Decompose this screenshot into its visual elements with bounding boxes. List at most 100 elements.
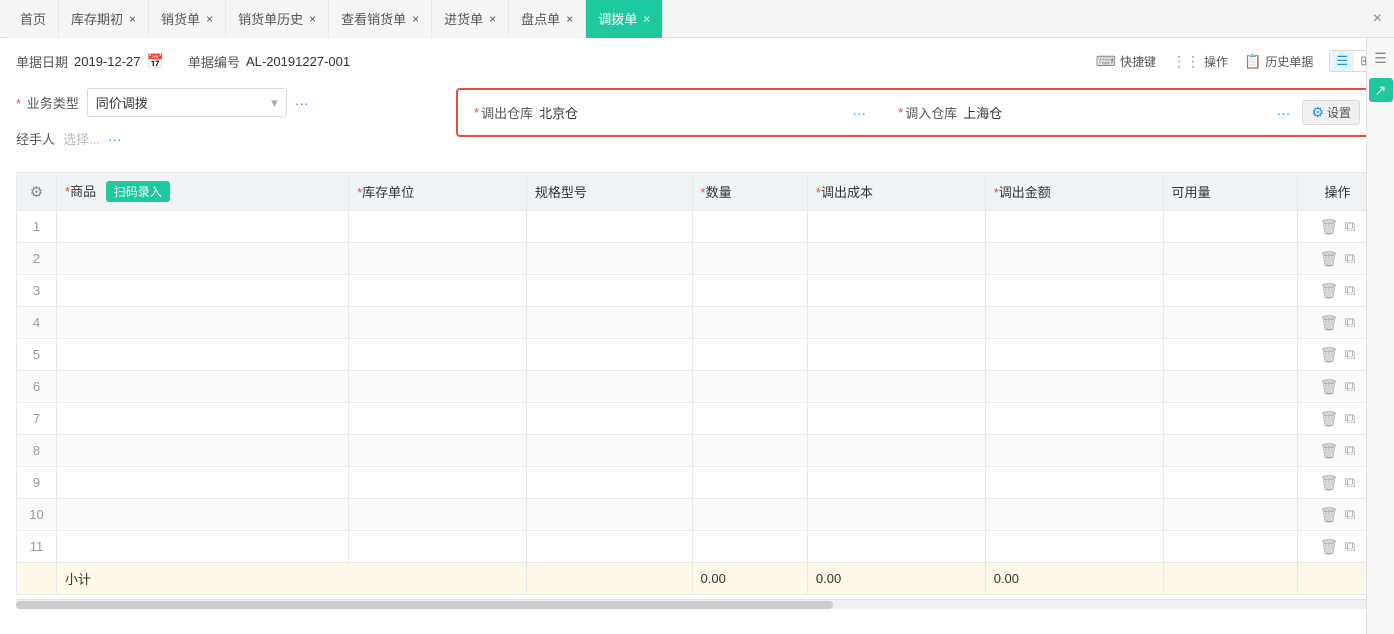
delete-icon[interactable]: 🗑 (1320, 314, 1339, 332)
table-row: 4🗑⧉ (17, 307, 1378, 339)
table-row: 10🗑⧉ (17, 499, 1378, 531)
business-type-dropdown[interactable]: 同价调拨 ▾ (87, 88, 287, 117)
transfer-in-field: * 调入仓库 上海仓 ··· (898, 103, 1290, 122)
delete-icon[interactable]: 🗑 (1320, 538, 1339, 556)
docno-label: 单据编号 (188, 52, 240, 71)
settings-gear-icon: ⚙ (1311, 104, 1324, 121)
form-area: * 业务类型 同价调拨 ▾ ··· 经手人 选择... ··· * (16, 88, 1378, 160)
table-row: 9🗑⧉ (17, 467, 1378, 499)
table-container: ⚙ *商品 扫码录入 *库存单位 规格型号 *数量 *调出成本 *调出金额 可用… (16, 172, 1378, 609)
tab-close-purchase-order[interactable]: × (489, 12, 496, 26)
tab-bar: 首页 库存期初 × 销货单 × 销货单历史 × 查看销货单 × 进货单 × 盘点… (0, 0, 1394, 38)
docno-field-group: 单据编号 AL-20191227-001 (188, 52, 350, 71)
column-spec: 规格型号 (526, 173, 692, 211)
copy-icon[interactable]: ⧉ (1345, 474, 1356, 491)
settings-button[interactable]: ⚙ 设置 (1302, 100, 1360, 125)
delete-icon[interactable]: 🗑 (1320, 282, 1339, 300)
table-settings-icon[interactable]: ⚙ (30, 184, 43, 201)
transfer-in-more-btn[interactable]: ··· (1276, 105, 1290, 121)
subtotal-qty: 0.00 (692, 563, 807, 595)
table-row: 11🗑⧉ (17, 531, 1378, 563)
person-field: 经手人 选择... ··· (16, 129, 436, 148)
ops-icon: ⋮⋮ (1172, 53, 1200, 70)
tab-sales-history[interactable]: 销货单历史 × (226, 0, 329, 38)
header-actions: ⌨ 快捷键 ⋮⋮ 操作 📋 历史单据 ☰ ⊞ (1096, 50, 1378, 72)
tab-purchase-order[interactable]: 进货单 × (432, 0, 509, 38)
tab-inventory[interactable]: 盘点单 × (509, 0, 586, 38)
tab-close-transfer[interactable]: × (643, 12, 650, 26)
shortcut-icon: ⌨ (1096, 53, 1116, 70)
tab-home[interactable]: 首页 (8, 0, 59, 38)
copy-icon[interactable]: ⧉ (1345, 282, 1356, 299)
tab-close-stock-init[interactable]: × (129, 12, 136, 26)
column-product: *商品 扫码录入 (57, 173, 349, 211)
delete-icon[interactable]: 🗑 (1320, 410, 1339, 428)
column-amount: *调出金额 (985, 173, 1163, 211)
business-type-value: 同价调拨 (96, 93, 148, 112)
person-more-btn[interactable]: ··· (108, 131, 122, 147)
copy-icon[interactable]: ⧉ (1345, 538, 1356, 555)
delete-icon[interactable]: 🗑 (1320, 218, 1339, 236)
tab-close-inventory[interactable]: × (566, 12, 573, 26)
tab-close-view-sales[interactable]: × (412, 12, 419, 26)
delete-icon[interactable]: 🗑 (1320, 474, 1339, 492)
history-button[interactable]: 📋 历史单据 (1244, 53, 1313, 70)
person-label: 经手人 (16, 129, 55, 148)
copy-icon[interactable]: ⧉ (1345, 218, 1356, 235)
horizontal-scrollbar[interactable] (16, 599, 1378, 609)
view-list-btn[interactable]: ☰ (1330, 51, 1354, 71)
tab-close-sales-order[interactable]: × (206, 12, 213, 26)
column-unit: *库存单位 (349, 173, 527, 211)
business-type-more-btn[interactable]: ··· (295, 95, 309, 111)
copy-icon[interactable]: ⧉ (1345, 314, 1356, 331)
scroll-thumb (16, 601, 833, 609)
subtotal-cost: 0.00 (807, 563, 985, 595)
date-label: 单据日期 (16, 52, 68, 71)
sidebar-expand-icon[interactable]: ↗ (1369, 78, 1393, 102)
copy-icon[interactable]: ⧉ (1345, 506, 1356, 523)
transfer-out-label: 调出仓库 (481, 103, 533, 122)
delete-icon[interactable]: 🗑 (1320, 250, 1339, 268)
delete-icon[interactable]: 🗑 (1320, 506, 1339, 524)
scan-entry-button[interactable]: 扫码录入 (106, 181, 170, 202)
copy-icon[interactable]: ⧉ (1345, 410, 1356, 427)
delete-icon[interactable]: 🗑 (1320, 442, 1339, 460)
shortcut-button[interactable]: ⌨ 快捷键 (1096, 53, 1156, 70)
table-row: 6🗑⧉ (17, 371, 1378, 403)
transfer-in-label: 调入仓库 (905, 103, 957, 122)
copy-icon[interactable]: ⧉ (1345, 250, 1356, 267)
transfer-out-field: * 调出仓库 北京仓 ··· (474, 103, 866, 122)
copy-icon[interactable]: ⧉ (1345, 378, 1356, 395)
tab-stock-init[interactable]: 库存期初 × (59, 0, 149, 38)
tab-close-sales-history[interactable]: × (309, 12, 316, 26)
column-available: 可用量 (1163, 173, 1297, 211)
window-close-button[interactable]: × (1373, 10, 1382, 28)
copy-icon[interactable]: ⧉ (1345, 346, 1356, 363)
calendar-icon[interactable]: 📅 (147, 53, 164, 70)
delete-icon[interactable]: 🗑 (1320, 378, 1339, 396)
document-header: 单据日期 2019-12-27 📅 单据编号 AL-20191227-001 ⌨… (16, 50, 1378, 72)
column-gear[interactable]: ⚙ (17, 173, 57, 211)
history-icon: 📋 (1244, 53, 1261, 70)
tab-transfer[interactable]: 调拨单 × (586, 0, 663, 38)
tab-view-sales[interactable]: 查看销货单 × (329, 0, 432, 38)
main-content: 单据日期 2019-12-27 📅 单据编号 AL-20191227-001 ⌨… (0, 38, 1394, 621)
subtotal-row: 小计 0.00 0.00 0.00 (17, 563, 1378, 595)
delete-icon[interactable]: 🗑 (1320, 346, 1339, 364)
sidebar-list-icon[interactable]: ☰ (1369, 46, 1393, 70)
copy-icon[interactable]: ⧉ (1345, 442, 1356, 459)
column-cost: *调出成本 (807, 173, 985, 211)
tab-sales-order[interactable]: 销货单 × (149, 0, 226, 38)
dropdown-arrow-icon: ▾ (271, 95, 278, 111)
subtotal-amount: 0.00 (985, 563, 1163, 595)
transfer-out-more-btn[interactable]: ··· (852, 105, 866, 121)
column-qty: *数量 (692, 173, 807, 211)
transfer-in-value: 上海仓 (963, 103, 1268, 122)
ops-button[interactable]: ⋮⋮ 操作 (1172, 53, 1228, 70)
table-row: 8🗑⧉ (17, 435, 1378, 467)
table-row: 7🗑⧉ (17, 403, 1378, 435)
business-type-field: * 业务类型 同价调拨 ▾ ··· (16, 88, 436, 117)
person-placeholder[interactable]: 选择... (63, 129, 100, 148)
docno-value: AL-20191227-001 (246, 54, 350, 69)
table-row: 1🗑⧉ (17, 211, 1378, 243)
